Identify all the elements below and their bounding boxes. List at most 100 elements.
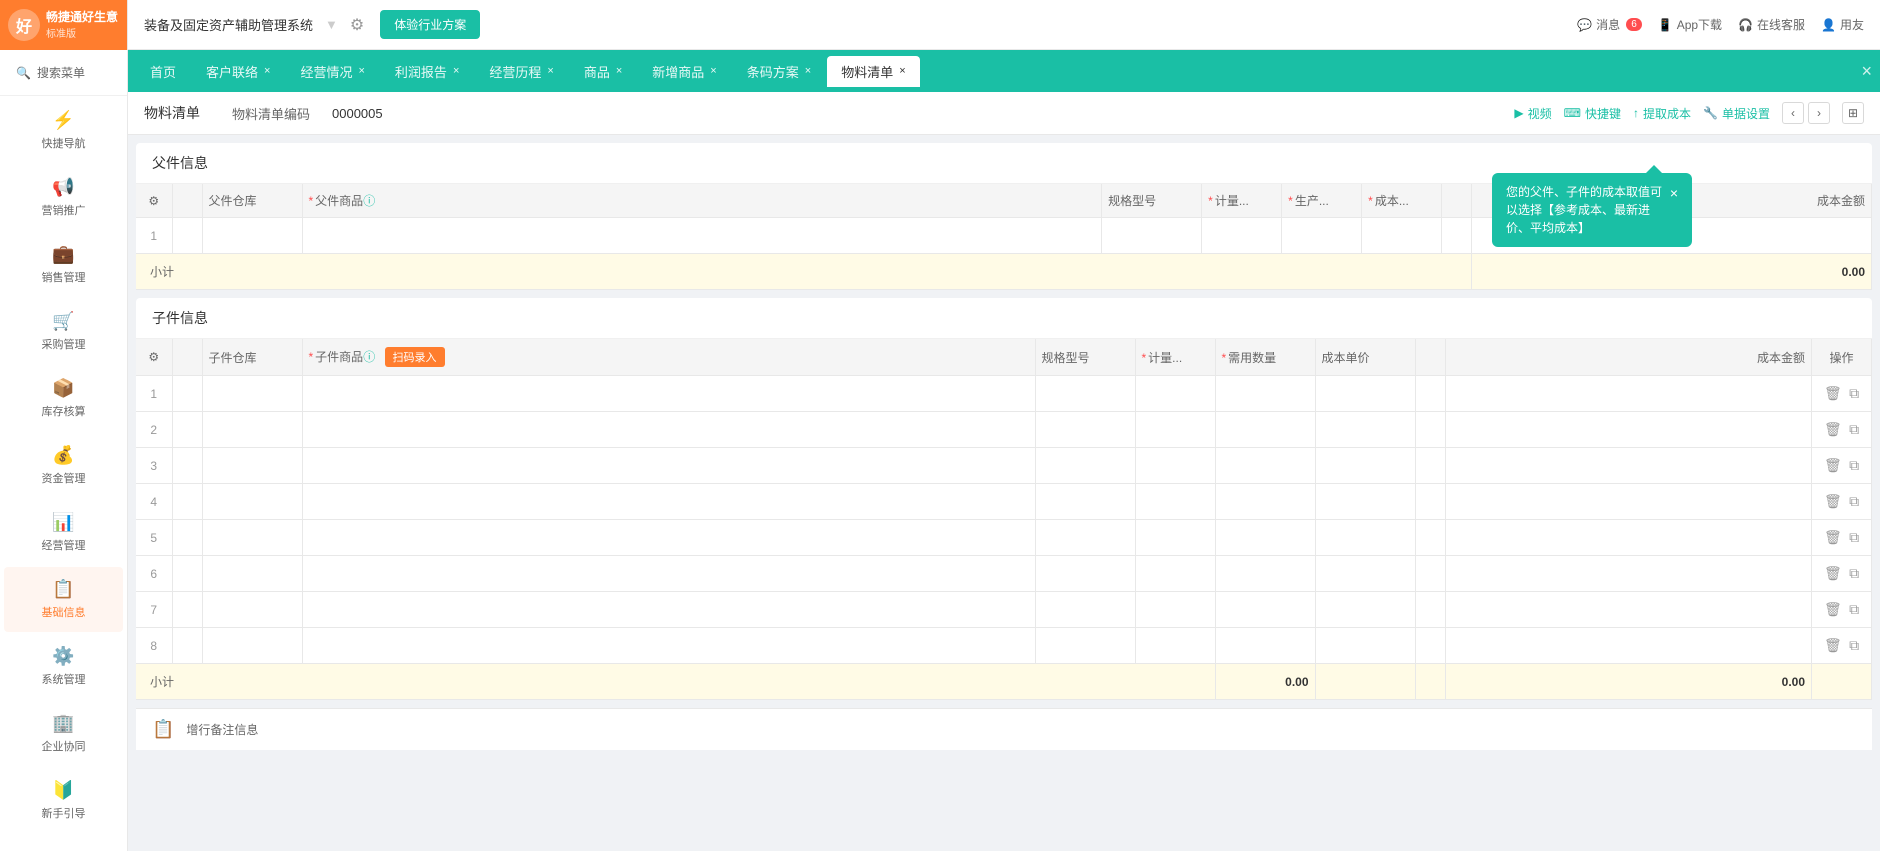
child-row-2-product[interactable] <box>302 412 1035 448</box>
copy-icon[interactable]: ⧉ <box>1849 637 1859 653</box>
sidebar-item-operation[interactable]: 📊 经营管理 <box>4 500 123 565</box>
message-button[interactable]: 💬 消息 6 <box>1577 16 1642 33</box>
child-row-8-unit[interactable] <box>1135 628 1215 664</box>
child-row-8-quantity[interactable] <box>1215 628 1315 664</box>
sidebar-item-purchase[interactable]: 🛒 采购管理 <box>4 299 123 364</box>
child-row-4-warehouse[interactable] <box>202 484 302 520</box>
child-product-info-icon[interactable]: ⓘ <box>363 350 375 364</box>
gear-icon[interactable]: ⚙ <box>350 15 364 35</box>
single-setting-button[interactable]: 🔧 单据设置 <box>1703 105 1770 122</box>
child-row-5-unit[interactable] <box>1135 520 1215 556</box>
tab-business[interactable]: 经营情况× <box>286 56 378 87</box>
child-row-2-quantity[interactable] <box>1215 412 1315 448</box>
parent-row-1-warehouse[interactable] <box>202 218 302 254</box>
grid-view-button[interactable]: ⊞ <box>1842 102 1864 124</box>
scan-input-button[interactable]: 扫码录入 <box>385 347 445 367</box>
child-row-1-quantity[interactable] <box>1215 376 1315 412</box>
child-row-7-warehouse[interactable] <box>202 592 302 628</box>
copy-icon[interactable]: ⧉ <box>1849 421 1859 437</box>
prev-button[interactable]: ‹ <box>1782 102 1804 124</box>
user-button[interactable]: 👤 用友 <box>1821 16 1864 33</box>
child-row-3-product[interactable] <box>302 448 1035 484</box>
delete-icon[interactable]: 🗑 <box>1824 601 1842 617</box>
app-download-button[interactable]: 📱 App下载 <box>1658 16 1722 33</box>
tab-product[interactable]: 商品× <box>570 56 636 87</box>
child-row-5-product[interactable] <box>302 520 1035 556</box>
delete-icon[interactable]: 🗑 <box>1824 457 1842 473</box>
tab-close-customer[interactable]: × <box>264 65 270 77</box>
child-row-6-warehouse[interactable] <box>202 556 302 592</box>
child-row-7-unit[interactable] <box>1135 592 1215 628</box>
delete-icon[interactable]: 🗑 <box>1824 529 1842 545</box>
tab-close-product[interactable]: × <box>616 65 622 77</box>
add-row-icon[interactable]: 📋 <box>152 719 174 740</box>
copy-icon[interactable]: ⧉ <box>1849 529 1859 545</box>
tab-profit[interactable]: 利润报告× <box>381 56 473 87</box>
copy-icon[interactable]: ⧉ <box>1849 493 1859 509</box>
child-row-6-product[interactable] <box>302 556 1035 592</box>
child-row-2-unit[interactable] <box>1135 412 1215 448</box>
tooltip-close-button[interactable]: × <box>1670 183 1678 204</box>
sidebar-item-inventory[interactable]: 📦 库存核算 <box>4 366 123 431</box>
child-row-4-quantity[interactable] <box>1215 484 1315 520</box>
tab-bom[interactable]: 物料清单× <box>827 56 919 87</box>
child-row-5-quantity[interactable] <box>1215 520 1315 556</box>
parent-row-1-unit[interactable] <box>1202 218 1282 254</box>
close-all-icon[interactable]: × <box>1861 61 1872 82</box>
delete-icon[interactable]: 🗑 <box>1824 565 1842 581</box>
child-row-6-quantity[interactable] <box>1215 556 1315 592</box>
child-row-3-unit[interactable] <box>1135 448 1215 484</box>
tab-close-history[interactable]: × <box>547 65 553 77</box>
child-row-3-quantity[interactable] <box>1215 448 1315 484</box>
parent-row-1-cost[interactable] <box>1362 218 1442 254</box>
tab-close-bom[interactable]: × <box>899 65 905 77</box>
sidebar-item-marketing[interactable]: 📢 营销推广 <box>4 165 123 230</box>
copy-icon[interactable]: ⧉ <box>1849 457 1859 473</box>
parent-product-info-icon[interactable]: ⓘ <box>363 194 375 208</box>
tab-customer[interactable]: 客户联络× <box>192 56 284 87</box>
child-row-2-warehouse[interactable] <box>202 412 302 448</box>
sidebar-item-finance[interactable]: 💰 资金管理 <box>4 433 123 498</box>
sidebar-item-guide[interactable]: 🔰 新手引导 <box>4 768 123 833</box>
child-row-8-warehouse[interactable] <box>202 628 302 664</box>
delete-icon[interactable]: 🗑 <box>1824 493 1842 509</box>
next-button[interactable]: › <box>1808 102 1830 124</box>
child-row-1-unit[interactable] <box>1135 376 1215 412</box>
tab-close-business[interactable]: × <box>358 65 364 77</box>
child-row-7-quantity[interactable] <box>1215 592 1315 628</box>
copy-icon[interactable]: ⧉ <box>1849 601 1859 617</box>
child-row-7-product[interactable] <box>302 592 1035 628</box>
child-row-1-product[interactable] <box>302 376 1035 412</box>
tab-close-profit[interactable]: × <box>453 65 459 77</box>
view-button[interactable]: ▶ 视频 <box>1514 105 1551 122</box>
delete-icon[interactable]: 🗑 <box>1824 637 1842 653</box>
sidebar-item-sales[interactable]: 💼 销售管理 <box>4 232 123 297</box>
copy-icon[interactable]: ⧉ <box>1849 385 1859 401</box>
tab-history[interactable]: 经营历程× <box>475 56 567 87</box>
tab-home[interactable]: 首页 <box>136 56 190 87</box>
parent-row-1-product[interactable] <box>302 218 1102 254</box>
delete-icon[interactable]: 🗑 <box>1824 385 1842 401</box>
child-row-3-warehouse[interactable] <box>202 448 302 484</box>
sidebar-item-basic-info[interactable]: 📋 基础信息 <box>4 567 123 632</box>
extract-cost-button[interactable]: ↑ 提取成本 <box>1633 105 1691 122</box>
tab-barcode[interactable]: 条码方案× <box>733 56 825 87</box>
shortcut-button[interactable]: ⌨ 快捷键 <box>1564 105 1621 122</box>
search-button[interactable]: 🔍 搜索菜单 <box>8 58 119 87</box>
online-service-button[interactable]: 🎧 在线客服 <box>1738 16 1805 33</box>
child-row-4-product[interactable] <box>302 484 1035 520</box>
child-row-1-warehouse[interactable] <box>202 376 302 412</box>
delete-icon[interactable]: 🗑 <box>1824 421 1842 437</box>
copy-icon[interactable]: ⧉ <box>1849 565 1859 581</box>
sidebar-item-enterprise[interactable]: 🏢 企业协同 <box>4 701 123 766</box>
parent-row-1-production[interactable] <box>1282 218 1362 254</box>
sidebar-item-quick-nav[interactable]: ⚡ 快捷导航 <box>4 98 123 163</box>
child-row-6-unit[interactable] <box>1135 556 1215 592</box>
tab-close-barcode[interactable]: × <box>805 65 811 77</box>
sidebar-item-system[interactable]: ⚙️ 系统管理 <box>4 634 123 699</box>
trial-button[interactable]: 体验行业方案 <box>380 10 480 39</box>
tab-close-new-product[interactable]: × <box>710 65 716 77</box>
child-row-8-product[interactable] <box>302 628 1035 664</box>
tab-new-product[interactable]: 新增商品× <box>638 56 730 87</box>
child-row-4-unit[interactable] <box>1135 484 1215 520</box>
